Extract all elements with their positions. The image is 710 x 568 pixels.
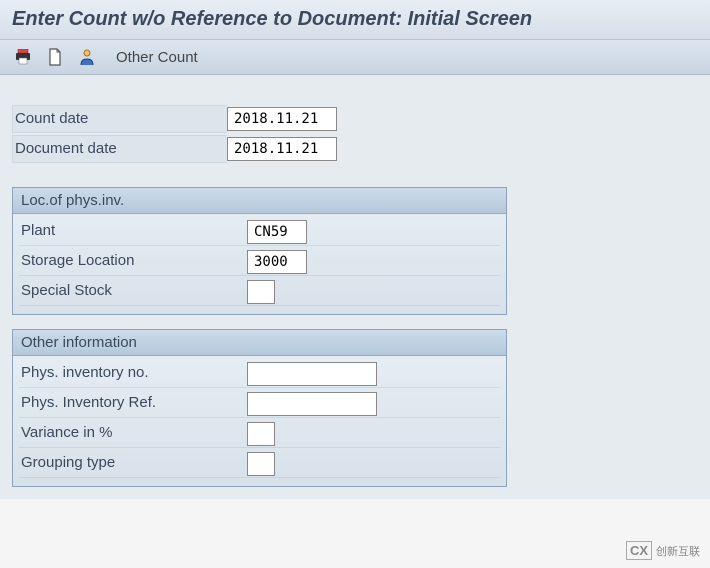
storage-location-input[interactable]	[247, 250, 307, 274]
document-icon[interactable]	[44, 46, 66, 68]
phys-inv-ref-input[interactable]	[247, 392, 377, 416]
watermark-logo: CX	[626, 541, 652, 560]
special-stock-row: Special Stock	[19, 278, 500, 306]
page-title: Enter Count w/o Reference to Document: I…	[12, 8, 698, 31]
content-area: Count date Document date Loc.of phys.inv…	[0, 75, 710, 499]
grouping-type-input[interactable]	[247, 452, 275, 476]
document-date-label: Document date	[12, 135, 227, 163]
location-group-body: Plant Storage Location Special Stock	[13, 214, 506, 314]
location-group-header: Loc.of phys.inv.	[13, 188, 506, 214]
count-date-input[interactable]	[227, 107, 337, 131]
other-count-button[interactable]: Other Count	[116, 49, 198, 66]
document-date-row: Document date	[12, 135, 698, 163]
phys-inv-no-input[interactable]	[247, 362, 377, 386]
count-date-label: Count date	[12, 105, 227, 133]
other-info-group: Other information Phys. inventory no. Ph…	[12, 329, 507, 487]
other-info-body: Phys. inventory no. Phys. Inventory Ref.…	[13, 356, 506, 486]
other-info-header: Other information	[13, 330, 506, 356]
variance-label: Variance in %	[19, 420, 247, 448]
plant-input[interactable]	[247, 220, 307, 244]
phys-inv-ref-row: Phys. Inventory Ref.	[19, 390, 500, 418]
special-stock-label: Special Stock	[19, 278, 247, 306]
user-icon[interactable]	[76, 46, 98, 68]
grouping-type-label: Grouping type	[19, 450, 247, 478]
storage-location-label: Storage Location	[19, 248, 247, 276]
location-group: Loc.of phys.inv. Plant Storage Location …	[12, 187, 507, 315]
variance-input[interactable]	[247, 422, 275, 446]
count-date-row: Count date	[12, 105, 698, 133]
grouping-type-row: Grouping type	[19, 450, 500, 478]
plant-row: Plant	[19, 218, 500, 246]
special-stock-input[interactable]	[247, 280, 275, 304]
storage-location-row: Storage Location	[19, 248, 500, 276]
phys-inv-no-row: Phys. inventory no.	[19, 360, 500, 388]
plant-label: Plant	[19, 218, 247, 246]
watermark: CX 创新互联	[626, 541, 700, 560]
phys-inv-no-label: Phys. inventory no.	[19, 360, 247, 388]
document-date-input[interactable]	[227, 137, 337, 161]
title-bar: Enter Count w/o Reference to Document: I…	[0, 0, 710, 40]
print-icon[interactable]	[12, 46, 34, 68]
variance-row: Variance in %	[19, 420, 500, 448]
toolbar: Other Count	[0, 40, 710, 75]
watermark-text: 创新互联	[656, 543, 700, 559]
phys-inv-ref-label: Phys. Inventory Ref.	[19, 390, 247, 418]
